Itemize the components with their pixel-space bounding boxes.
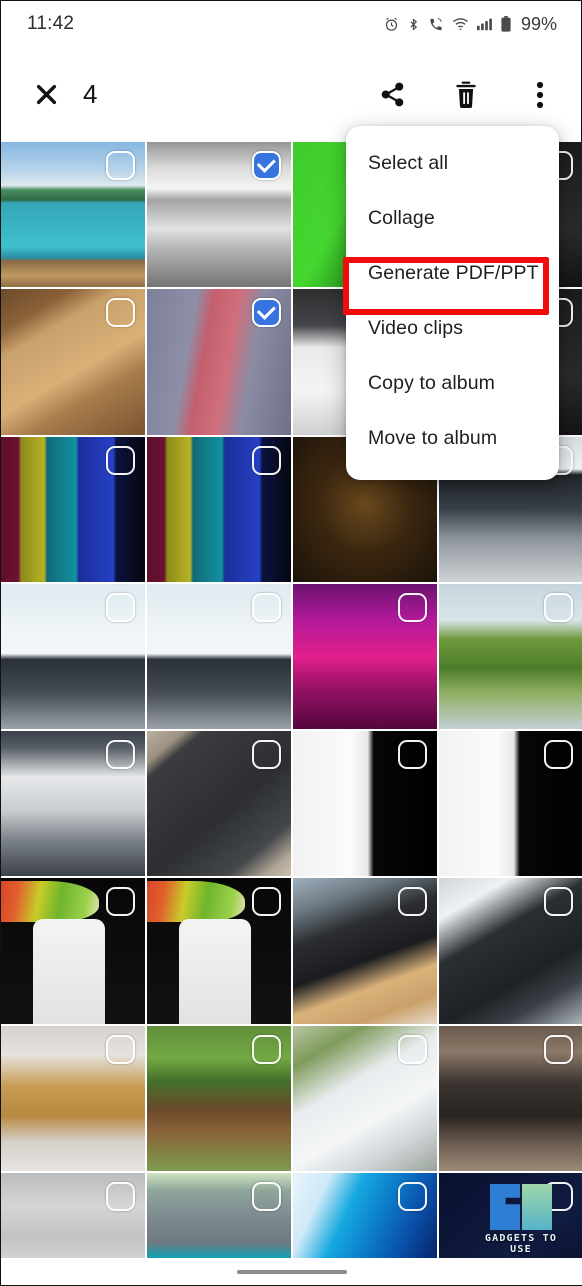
photo-cell-cardboard-parcel[interactable]	[1, 289, 145, 435]
checkbox-unchecked[interactable]	[252, 592, 281, 622]
photo-cell-white-phone-edge[interactable]	[293, 731, 437, 877]
cellular-signal-icon	[476, 17, 493, 31]
photo-cell-coastal-sea-rocks[interactable]	[1, 142, 145, 288]
photo-cell-cow-pattern-phone-case[interactable]	[439, 878, 582, 1024]
photo-cell-hariom-electronics-store-dup[interactable]	[147, 583, 291, 730]
close-selection-button[interactable]	[31, 80, 61, 110]
photo-cell-desk-setup-room[interactable]	[439, 1025, 582, 1172]
checkbox-unchecked[interactable]	[544, 592, 573, 622]
checkbox-unchecked[interactable]	[252, 1182, 281, 1212]
checkbox-unchecked[interactable]	[398, 1034, 427, 1064]
photo-cell-neon-flavour-bars[interactable]	[1, 436, 145, 582]
checkbox-unchecked[interactable]	[106, 740, 135, 770]
photo-cell-neon-flavour-bars-dup[interactable]	[147, 436, 291, 582]
checkbox-unchecked[interactable]	[106, 592, 135, 622]
photo-cell-phone-camera-with-plant[interactable]	[293, 1025, 437, 1172]
status-bar: 11:42 99%	[1, 1, 581, 47]
action-bar-right	[377, 79, 555, 111]
checkbox-unchecked[interactable]	[544, 1034, 573, 1064]
menu-item-generate-pdf-ppt[interactable]: Generate PDF/PPT	[346, 246, 559, 301]
menu-item-move-to-album[interactable]: Move to album	[346, 411, 559, 466]
photo-cell-blue-gradient-wallpaper[interactable]	[293, 1173, 437, 1260]
battery-percentage: 99%	[520, 13, 557, 34]
photo-cell-hand-holding-phone[interactable]	[293, 878, 437, 1024]
checkbox-unchecked[interactable]	[252, 445, 281, 475]
photo-cell-mall-interior[interactable]	[1, 731, 145, 877]
photo-cell-apple-phone-back[interactable]	[147, 731, 291, 877]
checkbox-unchecked[interactable]	[106, 445, 135, 475]
checkbox-unchecked[interactable]	[544, 740, 573, 770]
checkbox-unchecked[interactable]	[544, 887, 573, 917]
watermark: GADGETS TO USE	[471, 1184, 571, 1255]
watermark-text: GADGETS TO USE	[484, 1233, 558, 1255]
battery-icon	[501, 16, 511, 32]
menu-item-copy-to-album[interactable]: Copy to album	[346, 356, 559, 411]
selected-count: 4	[83, 79, 98, 109]
photo-cell-magenta-stage-man[interactable]	[293, 583, 437, 730]
checkbox-unchecked[interactable]	[398, 887, 427, 917]
photo-cell-man-at-garden-railing[interactable]	[147, 1025, 291, 1172]
photo-cell-white-phone-edge-dup[interactable]	[439, 731, 582, 877]
checkbox-checked[interactable]	[252, 298, 281, 328]
checkbox-unchecked[interactable]	[106, 1182, 135, 1212]
home-gesture-pill[interactable]	[237, 1269, 347, 1274]
checkbox-unchecked[interactable]	[106, 887, 135, 917]
gadgets-to-use-logo-icon	[490, 1184, 552, 1230]
status-bar-icons: 99%	[384, 14, 557, 35]
checkbox-unchecked[interactable]	[106, 151, 135, 180]
photo-cell-spiderman-pointing-meme[interactable]	[147, 289, 291, 435]
photo-cell-parrot-on-phone-dup[interactable]	[147, 878, 291, 1024]
delete-button[interactable]	[451, 79, 481, 111]
share-button[interactable]	[377, 79, 407, 111]
photo-cell-turquoise-water-shore[interactable]	[147, 1173, 291, 1260]
checkbox-unchecked[interactable]	[106, 1034, 135, 1064]
checkbox-unchecked[interactable]	[252, 1034, 281, 1064]
action-bar-left: 4	[31, 79, 97, 110]
menu-item-collage[interactable]: Collage	[346, 191, 559, 246]
wifi-calling-icon	[428, 17, 444, 32]
alarm-icon	[384, 17, 399, 32]
checkbox-unchecked[interactable]	[398, 740, 427, 770]
checkbox-unchecked[interactable]	[398, 1182, 427, 1212]
photo-cell-green-leaf-sky[interactable]	[439, 583, 582, 730]
status-bar-clock: 11:42	[27, 13, 75, 34]
photo-cell-parrot-on-phone[interactable]	[1, 878, 145, 1024]
checkbox-unchecked[interactable]	[252, 740, 281, 770]
menu-item-video-clips[interactable]: Video clips	[346, 301, 559, 356]
wifi-icon	[452, 17, 469, 31]
checkbox-unchecked[interactable]	[252, 887, 281, 917]
checkbox-checked[interactable]	[252, 151, 281, 180]
system-navigation-bar	[1, 1258, 582, 1285]
checkbox-unchecked[interactable]	[398, 592, 427, 622]
checkbox-unchecked[interactable]	[106, 298, 135, 328]
photo-cell-man-in-tan-suit[interactable]	[1, 1025, 145, 1172]
photo-cell-hariom-electronics-store[interactable]	[1, 583, 145, 730]
photo-cell-jewellery-display[interactable]	[1, 1173, 145, 1260]
more-options-button[interactable]	[525, 79, 555, 111]
overflow-menu[interactable]: Select all Collage Generate PDF/PPT Video c…	[346, 126, 559, 480]
photo-cell-bw-beach-waves[interactable]	[147, 142, 291, 288]
menu-item-select-all[interactable]: Select all	[346, 136, 559, 191]
bluetooth-icon	[407, 17, 420, 32]
